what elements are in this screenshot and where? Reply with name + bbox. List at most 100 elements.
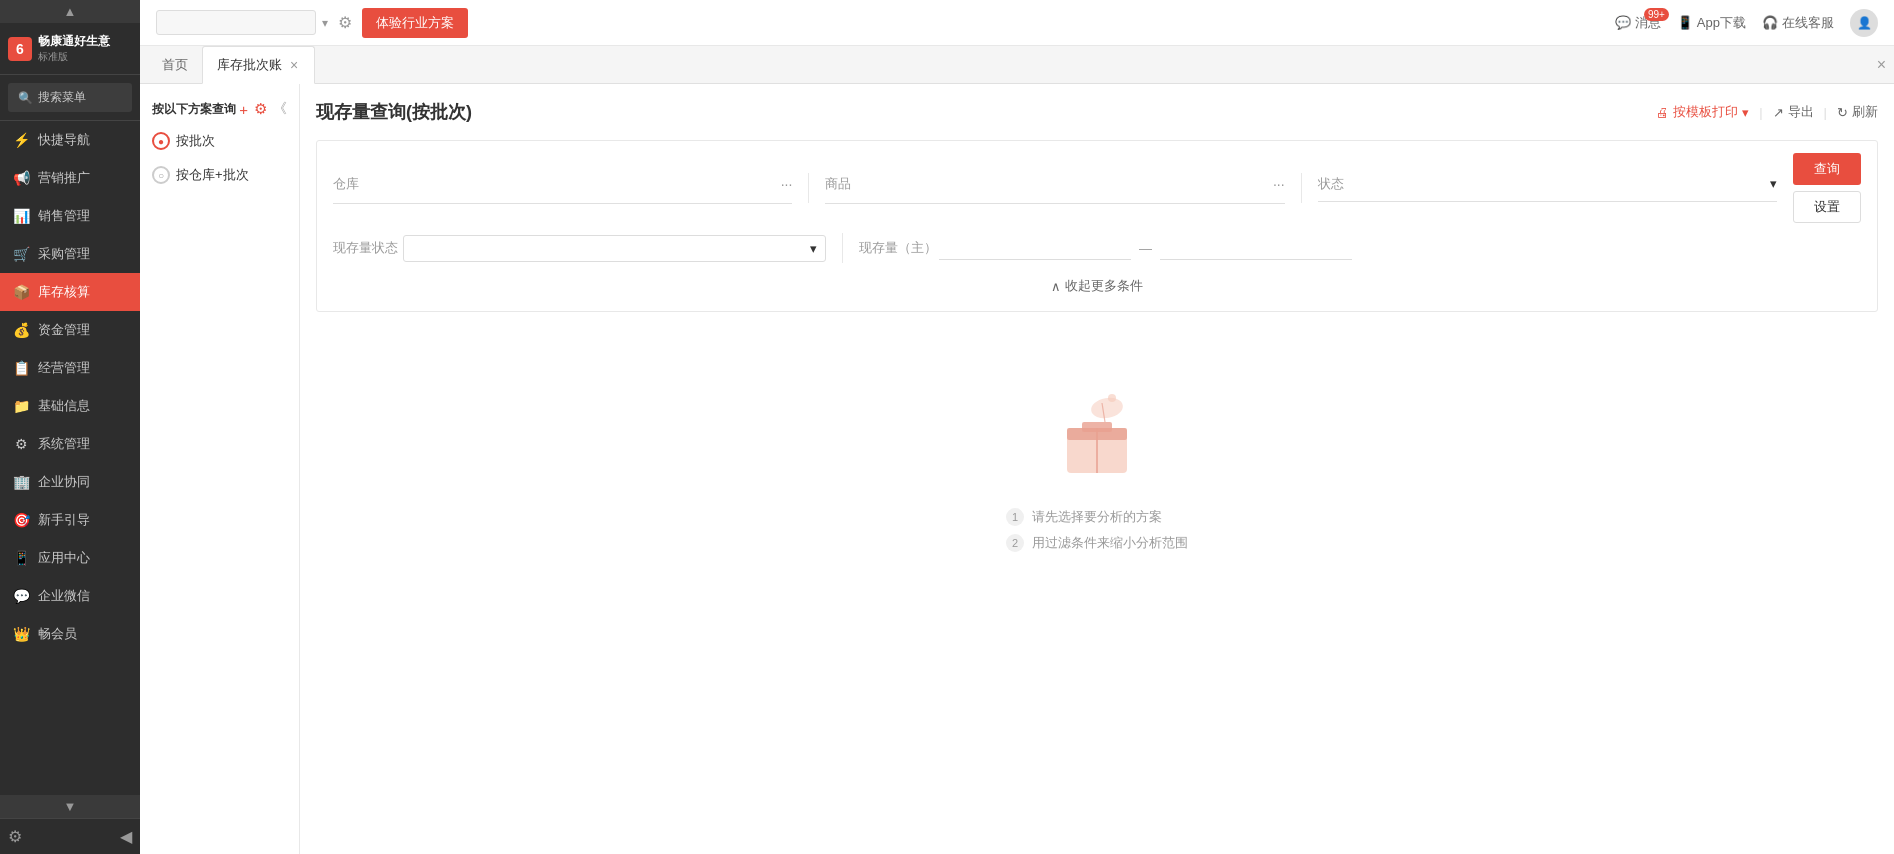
svg-rect-3 (1082, 422, 1112, 432)
messages-button[interactable]: 💬 消息 99+ (1615, 14, 1661, 32)
filter-settings-button[interactable]: 设置 (1793, 191, 1861, 223)
trial-button[interactable]: 体验行业方案 (362, 8, 468, 38)
page-title-bar: 现存量查询(按批次) 🖨 按模板打印 ▾ | ↗ 导出 | ↻ (316, 100, 1878, 124)
inventory-status-dropdown-icon: ▾ (810, 241, 817, 256)
filter-area: 仓库 ··· 商品 ··· 状态 (316, 140, 1878, 312)
headset-icon: 🎧 (1762, 15, 1778, 30)
tab-home[interactable]: 首页 (148, 46, 202, 84)
left-panel-header: 按以下方案查询 + ⚙ 《 (140, 94, 299, 124)
filter-row-2: 现存量状态 ▾ 现存量（主） — (333, 233, 1861, 263)
avatar-icon: 👤 (1857, 16, 1872, 30)
tab-close-button[interactable]: × (288, 58, 300, 72)
sidebar-item-member[interactable]: 👑 畅会员 (0, 615, 140, 653)
tab-inventory-batch[interactable]: 库存批次账 × (202, 46, 315, 84)
sidebar-item-finance[interactable]: 💰 资金管理 (0, 311, 140, 349)
purchase-icon: 🛒 (12, 245, 30, 263)
sales-icon: 📊 (12, 207, 30, 225)
qty-min-input[interactable] (939, 236, 1131, 260)
refresh-button[interactable]: ↻ 刷新 (1837, 103, 1878, 121)
search-menu-button[interactable]: 🔍 搜索菜单 (8, 83, 132, 112)
sidebar-header: 6 畅康通好生意 标准版 (0, 23, 140, 75)
goods-more-button[interactable]: ··· (1273, 176, 1285, 192)
sidebar-search-area[interactable]: 🔍 搜索菜单 (0, 75, 140, 121)
filter-row-1: 仓库 ··· 商品 ··· 状态 (333, 153, 1861, 223)
right-content: 现存量查询(按批次) 🖨 按模板打印 ▾ | ↗ 导出 | ↻ (300, 84, 1894, 854)
page-actions: 🖨 按模板打印 ▾ | ↗ 导出 | ↻ 刷新 (1656, 103, 1878, 121)
warehouse-filter: 仓库 ··· (333, 172, 792, 204)
sidebar-item-quick-nav[interactable]: ⚡ 快捷导航 (0, 121, 140, 159)
status-label: 状态 (1318, 175, 1348, 193)
topbar-left: ▾ ⚙ 体验行业方案 (156, 8, 468, 38)
sidebar-item-purchase[interactable]: 🛒 采购管理 (0, 235, 140, 273)
app-download-button[interactable]: 📱 App下载 (1677, 14, 1746, 32)
export-button[interactable]: ↗ 导出 (1773, 103, 1814, 121)
separator-2 (1301, 173, 1302, 203)
system-icon: ⚙ (12, 435, 30, 453)
left-panel: 按以下方案查询 + ⚙ 《 ● 按批次 ○ 按仓库+批次 (140, 84, 300, 854)
sidebar-scroll-up[interactable]: ▲ (0, 0, 140, 23)
plan-item-warehouse-batch[interactable]: ○ 按仓库+批次 (140, 158, 299, 192)
sidebar-item-basics[interactable]: 📁 基础信息 (0, 387, 140, 425)
app-name: 畅康通好生意 (38, 33, 110, 50)
operation-icon: 📋 (12, 359, 30, 377)
sidebar-logo: 6 畅康通好生意 标准版 (8, 33, 132, 64)
print-button[interactable]: 🖨 按模板打印 ▾ (1656, 103, 1749, 121)
goods-label: 商品 (825, 175, 855, 193)
collapse-filter-button[interactable]: ∧ 收起更多条件 (1051, 277, 1143, 295)
status-dropdown[interactable]: ▾ (1348, 176, 1777, 191)
left-panel-actions: + ⚙ 《 (239, 100, 287, 118)
status-filter: 状态 ▾ (1318, 175, 1777, 202)
sidebar-settings-button[interactable]: ⚙ (8, 827, 22, 846)
panel-collapse-button[interactable]: 《 (273, 100, 287, 118)
range-dash: — (1139, 241, 1152, 256)
plan-item-batch[interactable]: ● 按批次 (140, 124, 299, 158)
sidebar-item-marketing[interactable]: 📢 营销推广 (0, 159, 140, 197)
topbar-dropdown-button[interactable]: ▾ (322, 16, 328, 30)
marketing-icon: 📢 (12, 169, 30, 187)
tabs-bar: 首页 库存批次账 × × (140, 46, 1894, 84)
quick-nav-icon: ⚡ (12, 131, 30, 149)
warehouse-input[interactable] (363, 172, 781, 195)
sidebar-item-guide[interactable]: 🎯 新手引导 (0, 501, 140, 539)
phone-icon: 📱 (1677, 15, 1693, 30)
inventory-qty-range: — (939, 236, 1352, 260)
empty-tip-2: 2 用过滤条件来缩小分析范围 (1006, 534, 1188, 552)
user-avatar[interactable]: 👤 (1850, 9, 1878, 37)
warehouse-more-button[interactable]: ··· (781, 176, 793, 192)
guide-icon: 🎯 (12, 511, 30, 529)
topbar-settings-button[interactable]: ⚙ (338, 13, 352, 32)
enterprise-wechat-icon: 💬 (12, 587, 30, 605)
logo-icon: 6 (8, 37, 32, 61)
online-service-button[interactable]: 🎧 在线客服 (1762, 14, 1834, 32)
goods-input[interactable] (855, 172, 1273, 195)
sidebar-item-app-center[interactable]: 📱 应用中心 (0, 539, 140, 577)
sidebar-item-operation[interactable]: 📋 经营管理 (0, 349, 140, 387)
refresh-icon: ↻ (1837, 105, 1848, 120)
sidebar-item-sales[interactable]: 📊 销售管理 (0, 197, 140, 235)
sidebar-item-enterprise-wechat[interactable]: 💬 企业微信 (0, 577, 140, 615)
tip-num-2: 2 (1006, 534, 1024, 552)
topbar-search-input[interactable] (156, 10, 316, 35)
sidebar-item-inventory[interactable]: 📦 库存核算 (0, 273, 140, 311)
qty-max-input[interactable] (1160, 236, 1352, 260)
action-divider-1: | (1759, 105, 1762, 120)
sidebar-scroll-down[interactable]: ▼ (0, 795, 140, 818)
inventory-status-label: 现存量状态 (333, 239, 403, 257)
query-button[interactable]: 查询 (1793, 153, 1861, 185)
add-plan-button[interactable]: + (239, 100, 248, 118)
app-version: 标准版 (38, 50, 110, 64)
sidebar-item-enterprise[interactable]: 🏢 企业协同 (0, 463, 140, 501)
inventory-qty-label: 现存量（主） (859, 239, 939, 257)
empty-illustration (1047, 388, 1147, 488)
filter-buttons: 查询 设置 (1793, 153, 1861, 223)
inventory-status-dropdown[interactable]: ▾ (403, 235, 826, 262)
sidebar-item-system[interactable]: ⚙ 系统管理 (0, 425, 140, 463)
sidebar-collapse-button[interactable]: ◀ (120, 827, 132, 846)
plan-settings-button[interactable]: ⚙ (254, 100, 267, 118)
plan-warehouse-icon: ○ (152, 166, 170, 184)
print-icon: 🖨 (1656, 105, 1669, 120)
page-title: 现存量查询(按批次) (316, 100, 472, 124)
sidebar: ▲ 6 畅康通好生意 标准版 🔍 搜索菜单 ⚡ 快捷导航 📢 营销推广 📊 销售… (0, 0, 140, 854)
tabs-panel-close-button[interactable]: × (1877, 56, 1886, 74)
warehouse-label: 仓库 (333, 175, 363, 193)
